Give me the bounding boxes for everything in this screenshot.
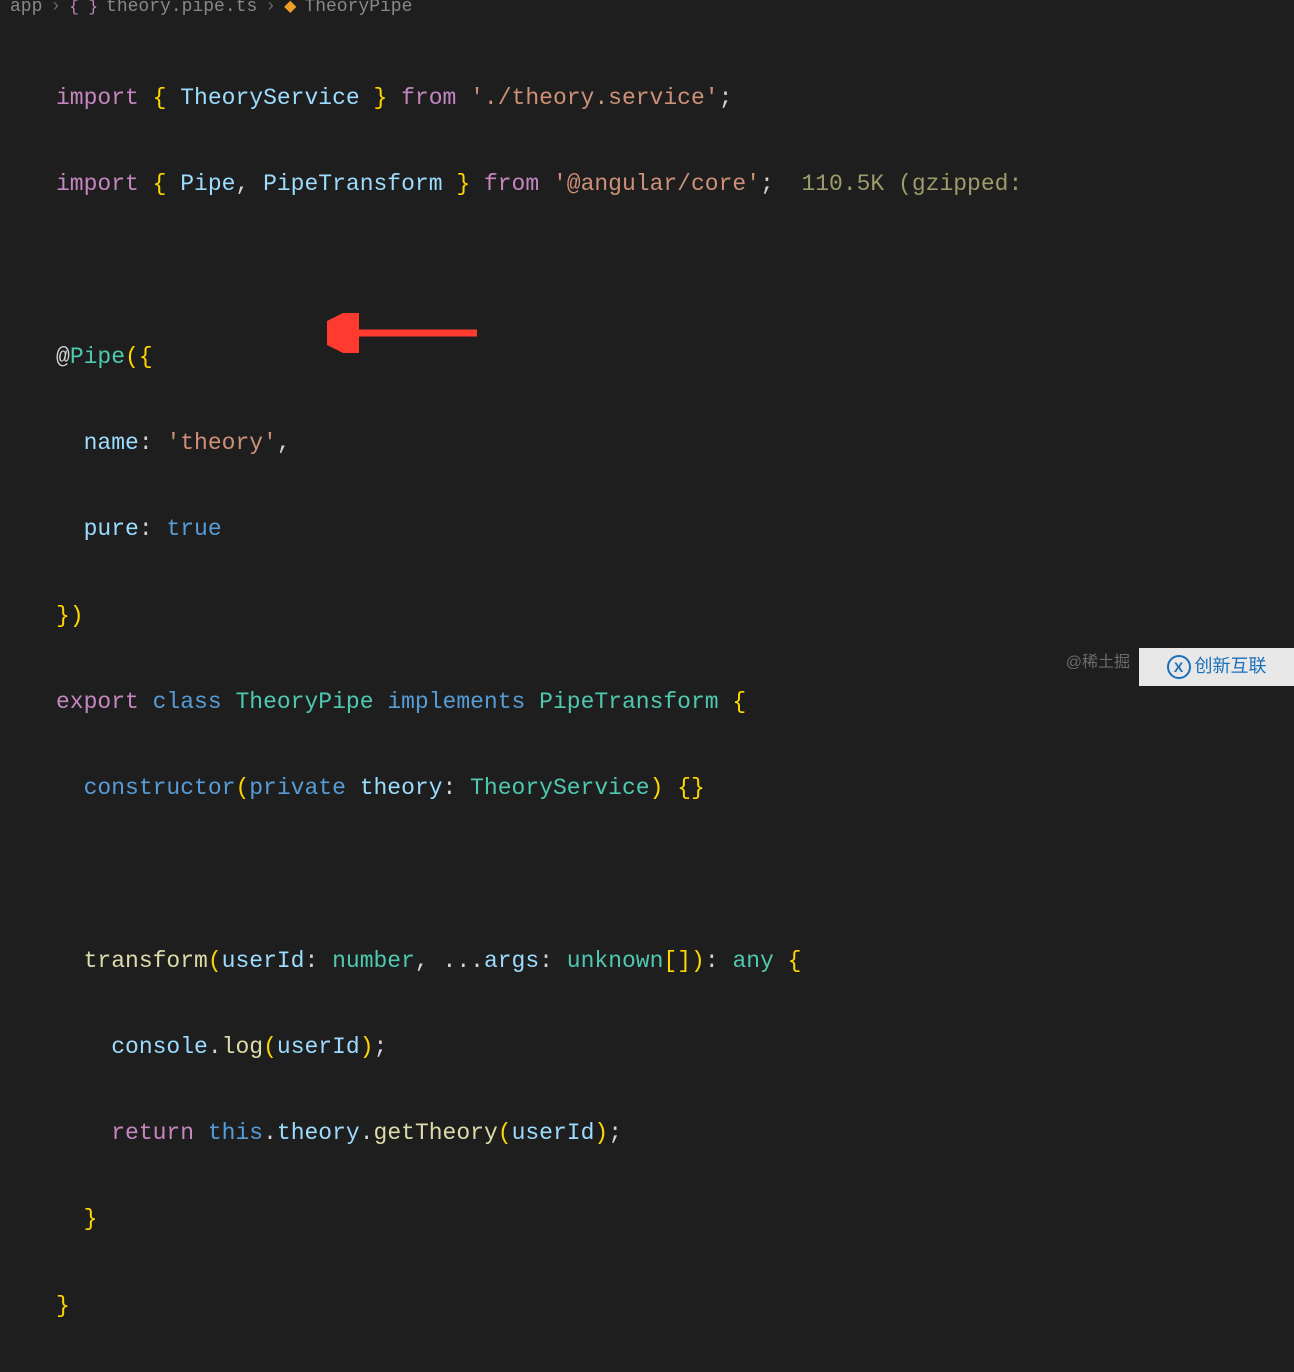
code-editor[interactable]: import { TheoryService } from './theory.…	[0, 16, 1294, 1372]
code-line: import { TheoryService } from './theory.…	[56, 77, 1284, 120]
code-line-empty	[56, 250, 1284, 293]
code-line: @Pipe({	[56, 336, 1284, 379]
code-line: constructor(private theory: TheoryServic…	[56, 767, 1284, 810]
import-size-hint: 110.5K (gzipped:	[774, 171, 1022, 197]
code-line: return this.theory.getTheory(userId);	[56, 1112, 1284, 1155]
code-line: console.log(userId);	[56, 1026, 1284, 1069]
code-line: pure: true	[56, 508, 1284, 551]
watermark-text: @稀土掘	[1066, 648, 1130, 678]
code-line: }	[56, 1285, 1284, 1328]
file-ts-icon: { }	[69, 0, 98, 18]
code-line-empty	[56, 853, 1284, 896]
breadcrumb-bar: app › { } theory.pipe.ts › ◆ TheoryPipe	[0, 0, 1294, 16]
logo-text: 创新互联	[1195, 650, 1267, 684]
code-line: }	[56, 1198, 1284, 1241]
code-line: export class TheoryPipe implements PipeT…	[56, 681, 1284, 724]
logo-icon: X	[1167, 655, 1191, 679]
watermark-logo: X 创新互联	[1139, 648, 1294, 686]
code-line: transform(userId: number, ...args: unkno…	[56, 940, 1284, 983]
code-line: })	[56, 595, 1284, 638]
code-line: import { Pipe, PipeTransform } from '@an…	[56, 163, 1284, 206]
class-symbol-icon: ◆	[284, 0, 296, 18]
code-line: name: 'theory',	[56, 422, 1284, 465]
